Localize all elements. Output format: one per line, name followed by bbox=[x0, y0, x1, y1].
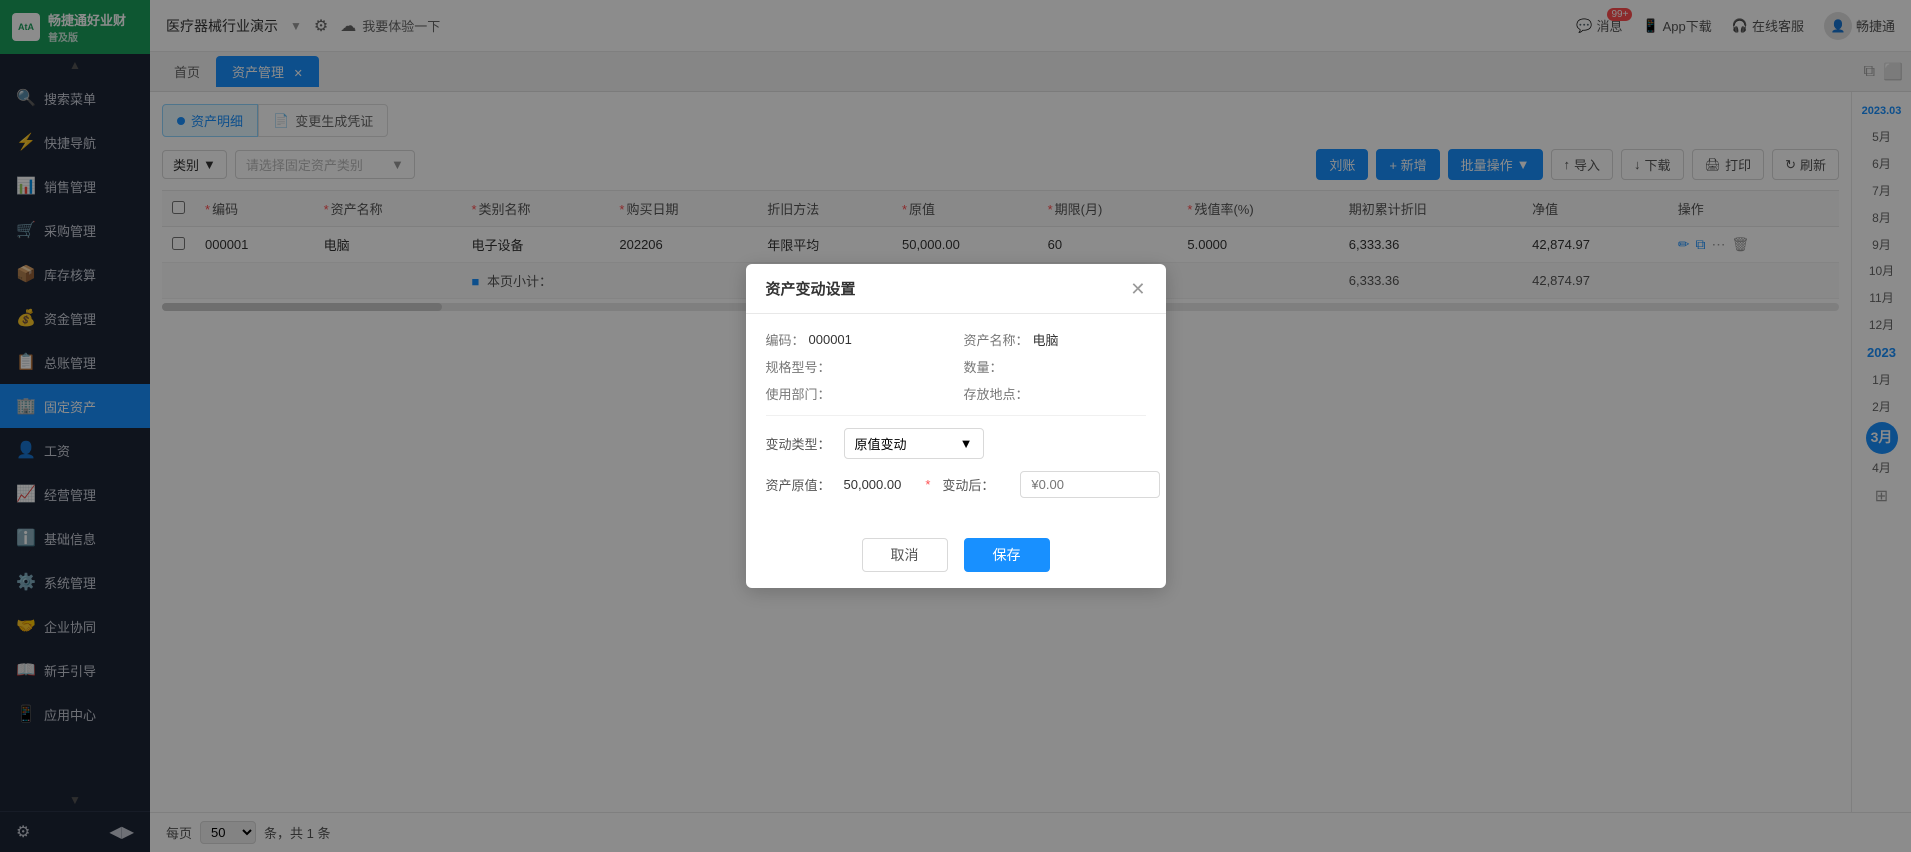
modal-close-btn[interactable]: ✕ bbox=[1130, 280, 1145, 298]
modal-asset-name-field: 资产名称： 电脑 bbox=[964, 330, 1146, 349]
modal-storage-field: 存放地点： bbox=[964, 384, 1146, 403]
modal-department-field: 使用部门： bbox=[766, 384, 948, 403]
modal-header: 资产变动设置 ✕ bbox=[746, 264, 1166, 314]
modal-footer: 取消 保存 bbox=[746, 526, 1166, 588]
original-value-label: 资产原值： bbox=[766, 475, 836, 494]
modal-overlay[interactable]: 资产变动设置 ✕ 编码： 000001 资产名称： 电脑 规格型号： 数量： bbox=[0, 0, 1911, 852]
after-change-input[interactable] bbox=[1020, 471, 1160, 498]
modal-original-value-row: 资产原值： 50,000.00 * 变动后： bbox=[766, 471, 1146, 498]
modal-body: 编码： 000001 资产名称： 电脑 规格型号： 数量： 使用部门： bbox=[746, 314, 1166, 526]
change-type-label: 变动类型： bbox=[766, 434, 836, 453]
after-change-label: 变动后： bbox=[942, 475, 1012, 494]
modal-quantity-field: 数量： bbox=[964, 357, 1146, 376]
required-mark: * bbox=[925, 477, 930, 492]
modal-info-grid: 编码： 000001 资产名称： 电脑 规格型号： 数量： 使用部门： bbox=[766, 330, 1146, 416]
cancel-button[interactable]: 取消 bbox=[862, 538, 948, 572]
modal-title: 资产变动设置 bbox=[766, 278, 856, 299]
change-type-select[interactable]: 原值变动 ▼ bbox=[844, 428, 984, 459]
change-type-chevron-icon: ▼ bbox=[960, 436, 973, 451]
save-button[interactable]: 保存 bbox=[964, 538, 1050, 572]
original-value-display: 50,000.00 bbox=[844, 477, 902, 492]
asset-change-modal: 资产变动设置 ✕ 编码： 000001 资产名称： 电脑 规格型号： 数量： bbox=[746, 264, 1166, 588]
modal-code-field: 编码： 000001 bbox=[766, 330, 948, 349]
modal-spec-field: 规格型号： bbox=[766, 357, 948, 376]
modal-change-type-row: 变动类型： 原值变动 ▼ bbox=[766, 428, 1146, 459]
